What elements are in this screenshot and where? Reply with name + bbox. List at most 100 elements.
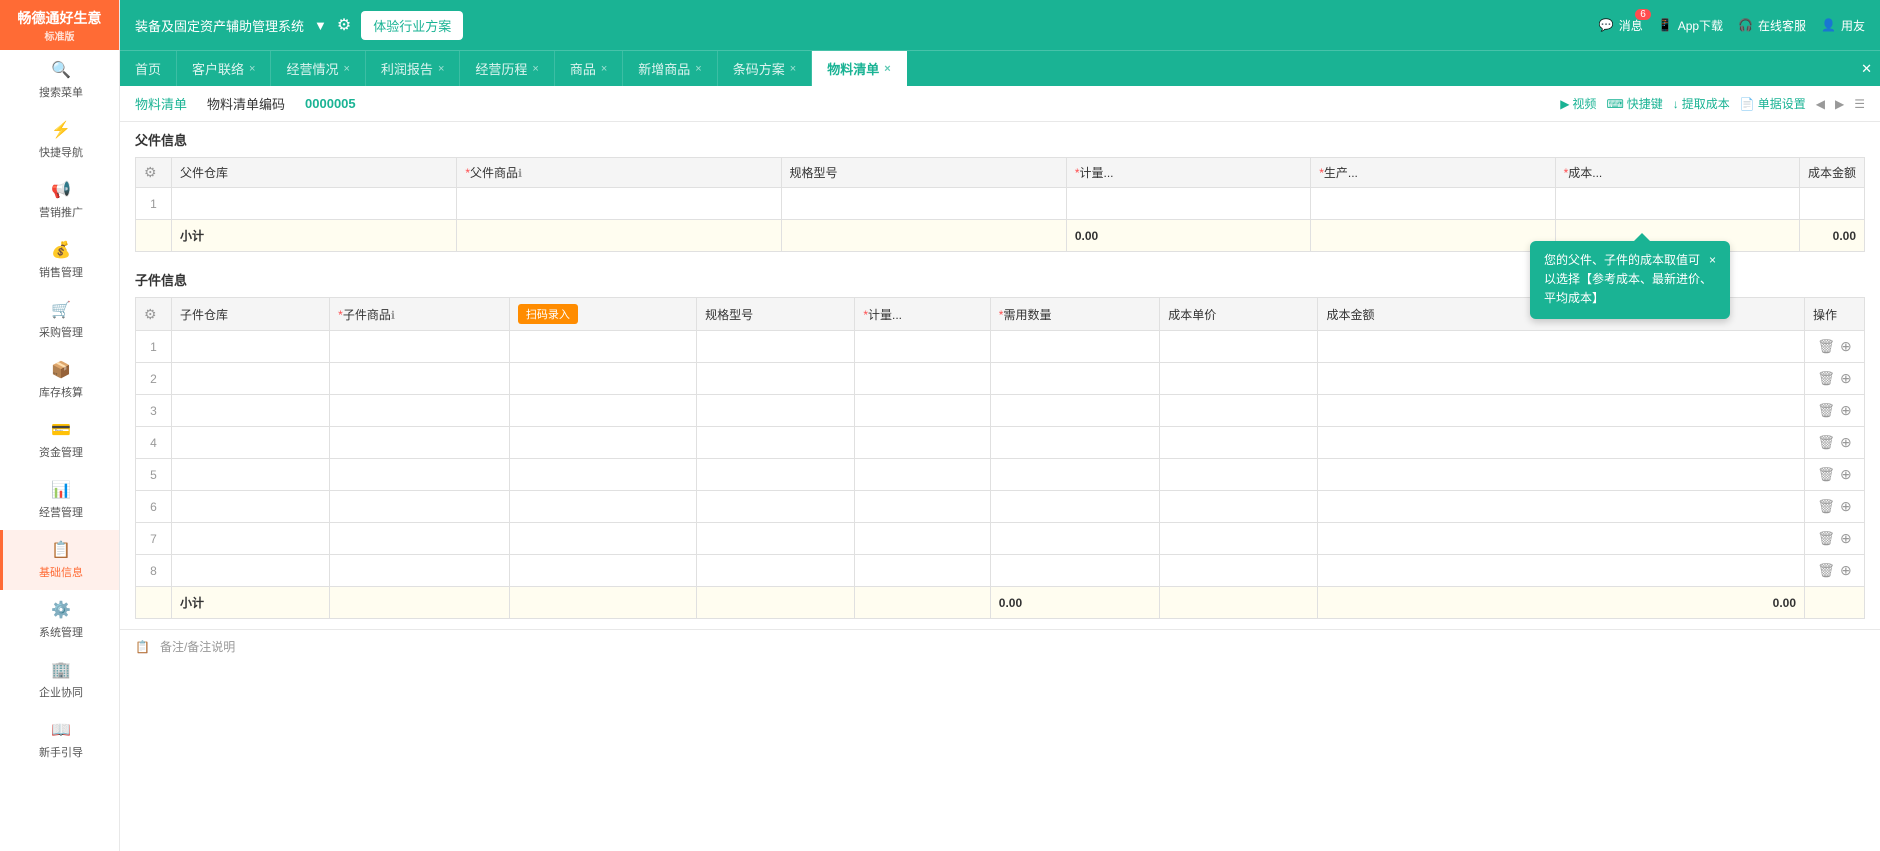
child-row-2-copy-icon[interactable]: ⊕ [1840,370,1852,387]
parent-row-1-unit[interactable] [1066,188,1310,220]
child-row-3-unit[interactable] [855,395,990,427]
child-row-5-unit[interactable] [855,459,990,491]
child-row-3-unit-cost[interactable] [1160,395,1318,427]
child-row-3-copy-icon[interactable]: ⊕ [1840,402,1852,419]
child-row-2-delete-icon[interactable]: 🗑 [1817,370,1835,387]
child-row-1-qty[interactable] [990,331,1160,363]
child-row-6-scan[interactable] [509,491,696,523]
child-row-1-spec[interactable] [697,331,855,363]
child-row-6-spec[interactable] [697,491,855,523]
child-row-4-warehouse[interactable] [172,427,330,459]
parent-row-1-cost[interactable] [1555,188,1799,220]
child-row-1-copy-icon[interactable]: ⊕ [1840,338,1852,355]
breadcrumb-tab2[interactable]: 物料清单编码 [207,94,285,113]
child-row-8-warehouse[interactable] [172,555,330,587]
child-row-2-scan[interactable] [509,363,696,395]
tab-business-close[interactable]: × [343,63,349,75]
child-row-2-unit[interactable] [855,363,990,395]
child-row-2-qty[interactable] [990,363,1160,395]
child-row-5-warehouse[interactable] [172,459,330,491]
grid-view-icon[interactable]: ☰ [1854,97,1865,111]
parent-gear-icon[interactable]: ⚙ [144,164,157,180]
child-row-6-copy-icon[interactable]: ⊕ [1840,498,1852,515]
child-row-5-qty[interactable] [990,459,1160,491]
tab-new-product-close[interactable]: × [695,63,701,75]
child-row-6-amount[interactable] [1318,491,1805,523]
child-row-4-spec[interactable] [697,427,855,459]
tab-customer[interactable]: 客户联络 × [177,51,271,86]
child-row-1-scan[interactable] [509,331,696,363]
child-row-5-delete-icon[interactable]: 🗑 [1817,466,1835,483]
trial-button[interactable]: 体验行业方案 [361,11,463,40]
child-row-8-copy-icon[interactable]: ⊕ [1840,562,1852,579]
child-row-5-amount[interactable] [1318,459,1805,491]
shortcut-button[interactable]: ⌨ 快捷键 [1606,95,1662,112]
tab-bom-close[interactable]: × [884,63,890,75]
child-row-7-qty[interactable] [990,523,1160,555]
parent-row-1-warehouse[interactable] [172,188,457,220]
child-row-8-scan[interactable] [509,555,696,587]
tab-barcode[interactable]: 条码方案 × [718,51,812,86]
child-row-5-scan[interactable] [509,459,696,491]
child-row-7-unit-cost[interactable] [1160,523,1318,555]
child-row-4-unit-cost[interactable] [1160,427,1318,459]
child-row-7-warehouse[interactable] [172,523,330,555]
scan-input-button[interactable]: 扫码录入 [518,304,578,324]
tab-product[interactable]: 商品 × [555,51,623,86]
child-row-7-amount[interactable] [1318,523,1805,555]
sidebar-item-finance[interactable]: 💳 资金管理 [0,410,119,470]
parent-row-1-spec[interactable] [781,188,1066,220]
child-row-1-delete-icon[interactable]: 🗑 [1817,338,1835,355]
child-row-1-product[interactable] [330,331,510,363]
dropdown-arrow-icon[interactable]: ▼ [314,18,327,33]
child-row-1-amount[interactable] [1318,331,1805,363]
tab-product-close[interactable]: × [601,63,607,75]
single-settings-button[interactable]: 📄 单据设置 [1740,95,1806,112]
child-row-3-scan[interactable] [509,395,696,427]
breadcrumb-tab1[interactable]: 物料清单 [135,94,187,113]
child-row-8-unit[interactable] [855,555,990,587]
child-row-1-warehouse[interactable] [172,331,330,363]
nav-prev-button[interactable]: ◀ [1816,97,1825,111]
child-row-5-product[interactable] [330,459,510,491]
child-row-7-copy-icon[interactable]: ⊕ [1840,530,1852,547]
nav-next-button[interactable]: ▶ [1835,97,1844,111]
child-row-7-unit[interactable] [855,523,990,555]
tab-profit[interactable]: 利润报告 × [366,51,460,86]
child-row-1-unit-cost[interactable] [1160,331,1318,363]
tab-new-product[interactable]: 新增商品 × [623,51,717,86]
tab-bom[interactable]: 物料清单 × [812,51,906,86]
child-row-8-product[interactable] [330,555,510,587]
tab-history[interactable]: 经营历程 × [460,51,554,86]
child-row-3-warehouse[interactable] [172,395,330,427]
sidebar-item-inventory[interactable]: 📦 库存核算 [0,350,119,410]
message-button[interactable]: 💬 消息 6 [1599,17,1643,34]
extract-cost-button[interactable]: ↓ 提取成本 [1673,95,1730,112]
sidebar-item-operations[interactable]: 📊 经营管理 [0,470,119,530]
child-row-7-product[interactable] [330,523,510,555]
child-row-4-scan[interactable] [509,427,696,459]
child-row-4-qty[interactable] [990,427,1160,459]
sidebar-item-system[interactable]: ⚙️ 系统管理 [0,590,119,650]
tab-profit-close[interactable]: × [438,63,444,75]
sidebar-item-nav[interactable]: ⚡ 快捷导航 [0,110,119,170]
child-row-2-product[interactable] [330,363,510,395]
parent-row-1-produce[interactable] [1311,188,1555,220]
child-row-8-unit-cost[interactable] [1160,555,1318,587]
sidebar-item-purchase[interactable]: 🛒 采购管理 [0,290,119,350]
child-row-5-unit-cost[interactable] [1160,459,1318,491]
settings-icon[interactable]: ⚙ [337,15,351,35]
child-row-6-unit[interactable] [855,491,990,523]
child-row-2-amount[interactable] [1318,363,1805,395]
child-row-7-spec[interactable] [697,523,855,555]
child-row-8-amount[interactable] [1318,555,1805,587]
child-gear-icon[interactable]: ⚙ [144,306,157,322]
child-row-8-spec[interactable] [697,555,855,587]
sidebar-item-search[interactable]: 🔍 搜索菜单 [0,50,119,110]
close-all-tabs-button[interactable]: ✕ [1853,53,1880,85]
child-row-3-spec[interactable] [697,395,855,427]
sidebar-item-sales[interactable]: 💰 销售管理 [0,230,119,290]
tab-customer-close[interactable]: × [249,63,255,75]
online-service-button[interactable]: 🎧 在线客服 [1738,17,1806,34]
child-row-5-spec[interactable] [697,459,855,491]
